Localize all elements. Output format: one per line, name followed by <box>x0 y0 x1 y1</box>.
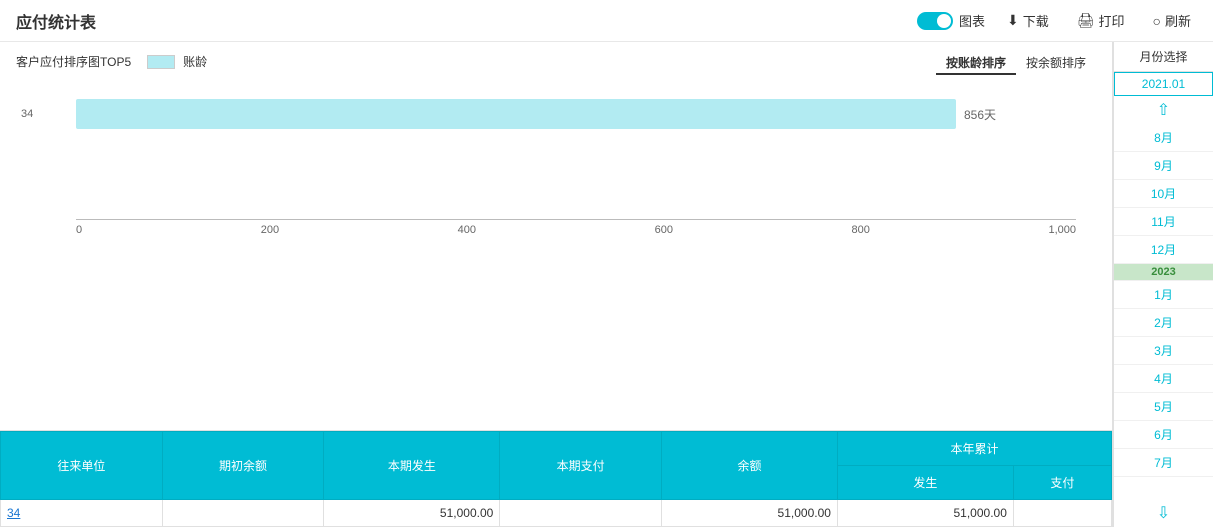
cell-ytd-occur: 51,000.00 <box>837 500 1013 527</box>
bar-y-label: 34 <box>21 108 33 120</box>
chart-section: 客户应付排序图TOP5 账龄 按账龄排序 按余额排序 34 8 <box>0 42 1112 430</box>
sidebar-month-item[interactable]: 8月 <box>1114 124 1213 152</box>
cell-ytd-pay <box>1013 500 1111 527</box>
col-opening: 期初余额 <box>162 432 324 500</box>
scroll-up-button[interactable]: ⇧ <box>1114 96 1213 124</box>
sidebar-month-item[interactable]: 7月 <box>1114 449 1213 477</box>
print-label: 打印 <box>1099 11 1125 30</box>
table-section: 往来单位 期初余额 本期发生 本期支付 余额 本年累计 发生 支付 <box>0 430 1112 527</box>
bar-row: 34 856天 <box>76 89 1076 139</box>
col-ytd-pay: 支付 <box>1013 466 1111 500</box>
cell-vendor: 34 <box>1 500 163 527</box>
x-tick-400: 400 <box>458 224 476 236</box>
x-tick-1000: 1,000 <box>1048 224 1076 236</box>
download-label: 下载 <box>1023 11 1049 30</box>
print-button[interactable]: 🖨 打印 <box>1071 9 1131 32</box>
bar-end-label: 856天 <box>964 106 996 123</box>
download-button[interactable]: ⬇ 下载 <box>1001 9 1055 32</box>
refresh-icon: ○ <box>1153 13 1161 29</box>
month-list: 8月9月10月11月12月20231月2月3月4月5月6月7月 <box>1114 124 1213 499</box>
sidebar-month-item[interactable]: 3月 <box>1114 337 1213 365</box>
sidebar-month-item[interactable]: 10月 <box>1114 180 1213 208</box>
x-tick-200: 200 <box>261 224 279 236</box>
col-current-occur: 本期发生 <box>324 432 500 500</box>
sort-by-balance-button[interactable]: 按余额排序 <box>1016 52 1096 75</box>
legend-box <box>147 55 175 69</box>
scroll-down-button[interactable]: ⇩ <box>1114 499 1213 527</box>
header: 应付统计表 图表 ⬇ 下载 🖨 打印 ○ 刷新 <box>0 0 1213 42</box>
x-tick-0: 0 <box>76 224 82 236</box>
col-ytd-occur: 发生 <box>837 466 1013 500</box>
cell-current-pay <box>500 500 662 527</box>
sidebar-month-item[interactable]: 2月 <box>1114 309 1213 337</box>
sidebar-year-input[interactable] <box>1114 72 1213 96</box>
summary-table: 往来单位 期初余额 本期发生 本期支付 余额 本年累计 发生 支付 <box>0 431 1112 527</box>
cell-balance: 51,000.00 <box>662 500 838 527</box>
refresh-button[interactable]: ○ 刷新 <box>1147 9 1197 32</box>
col-balance: 余额 <box>662 432 838 500</box>
x-tick-800: 800 <box>852 224 870 236</box>
chart-sort-buttons: 按账龄排序 按余额排序 <box>936 52 1096 75</box>
x-axis-ticks: 0 200 400 600 800 1,000 <box>76 220 1076 236</box>
sidebar-month-item[interactable]: 12月 <box>1114 236 1213 264</box>
cell-opening <box>162 500 324 527</box>
sidebar-month-item[interactable]: 9月 <box>1114 152 1213 180</box>
chart-toggle-switch[interactable] <box>917 12 953 30</box>
table-row: 34 51,000.00 51,000.00 51,000.00 <box>1 500 1112 527</box>
sidebar-month-item[interactable]: 5月 <box>1114 393 1213 421</box>
right-sidebar: 月份选择 ⇧ 8月9月10月11月12月20231月2月3月4月5月6月7月 ⇩ <box>1113 42 1213 527</box>
app-container: 应付统计表 图表 ⬇ 下载 🖨 打印 ○ 刷新 <box>0 0 1213 527</box>
chart-table-area: 客户应付排序图TOP5 账龄 按账龄排序 按余额排序 34 8 <box>0 42 1112 527</box>
sidebar-header-label: 月份选择 <box>1114 42 1213 72</box>
refresh-label: 刷新 <box>1165 11 1191 30</box>
sidebar-month-item[interactable]: 4月 <box>1114 365 1213 393</box>
sidebar-month-item[interactable]: 11月 <box>1114 208 1213 236</box>
vendor-link[interactable]: 34 <box>7 506 20 520</box>
chart-header: 客户应付排序图TOP5 账龄 按账龄排序 按余额排序 <box>16 52 1096 79</box>
header-actions: 图表 ⬇ 下载 🖨 打印 ○ 刷新 <box>917 9 1197 32</box>
cell-current-occur: 51,000.00 <box>324 500 500 527</box>
page-title: 应付统计表 <box>16 9 917 33</box>
download-icon: ⬇ <box>1007 12 1019 29</box>
chart-toggle-group: 图表 <box>917 11 985 30</box>
x-tick-600: 600 <box>655 224 673 236</box>
col-vendor: 往来单位 <box>1 432 163 500</box>
chart-legend-text: 客户应付排序图TOP5 <box>16 53 131 70</box>
col-current-pay: 本期支付 <box>500 432 662 500</box>
legend-box-label: 账龄 <box>183 53 207 70</box>
bar-fill <box>76 99 956 129</box>
sort-by-age-button[interactable]: 按账龄排序 <box>936 52 1016 75</box>
col-ytd: 本年累计 <box>837 432 1111 466</box>
chart-legend: 客户应付排序图TOP5 账龄 <box>16 53 207 70</box>
sidebar-year-marker[interactable]: 2023 <box>1114 264 1213 281</box>
main-content: 客户应付排序图TOP5 账龄 按账龄排序 按余额排序 34 8 <box>0 42 1213 527</box>
sidebar-month-item[interactable]: 6月 <box>1114 421 1213 449</box>
bar-chart: 34 856天 0 200 400 600 800 1,000 <box>76 89 1076 236</box>
chart-toggle-label: 图表 <box>959 11 985 30</box>
print-icon: 🖨 <box>1077 12 1095 29</box>
sidebar-month-item[interactable]: 1月 <box>1114 281 1213 309</box>
